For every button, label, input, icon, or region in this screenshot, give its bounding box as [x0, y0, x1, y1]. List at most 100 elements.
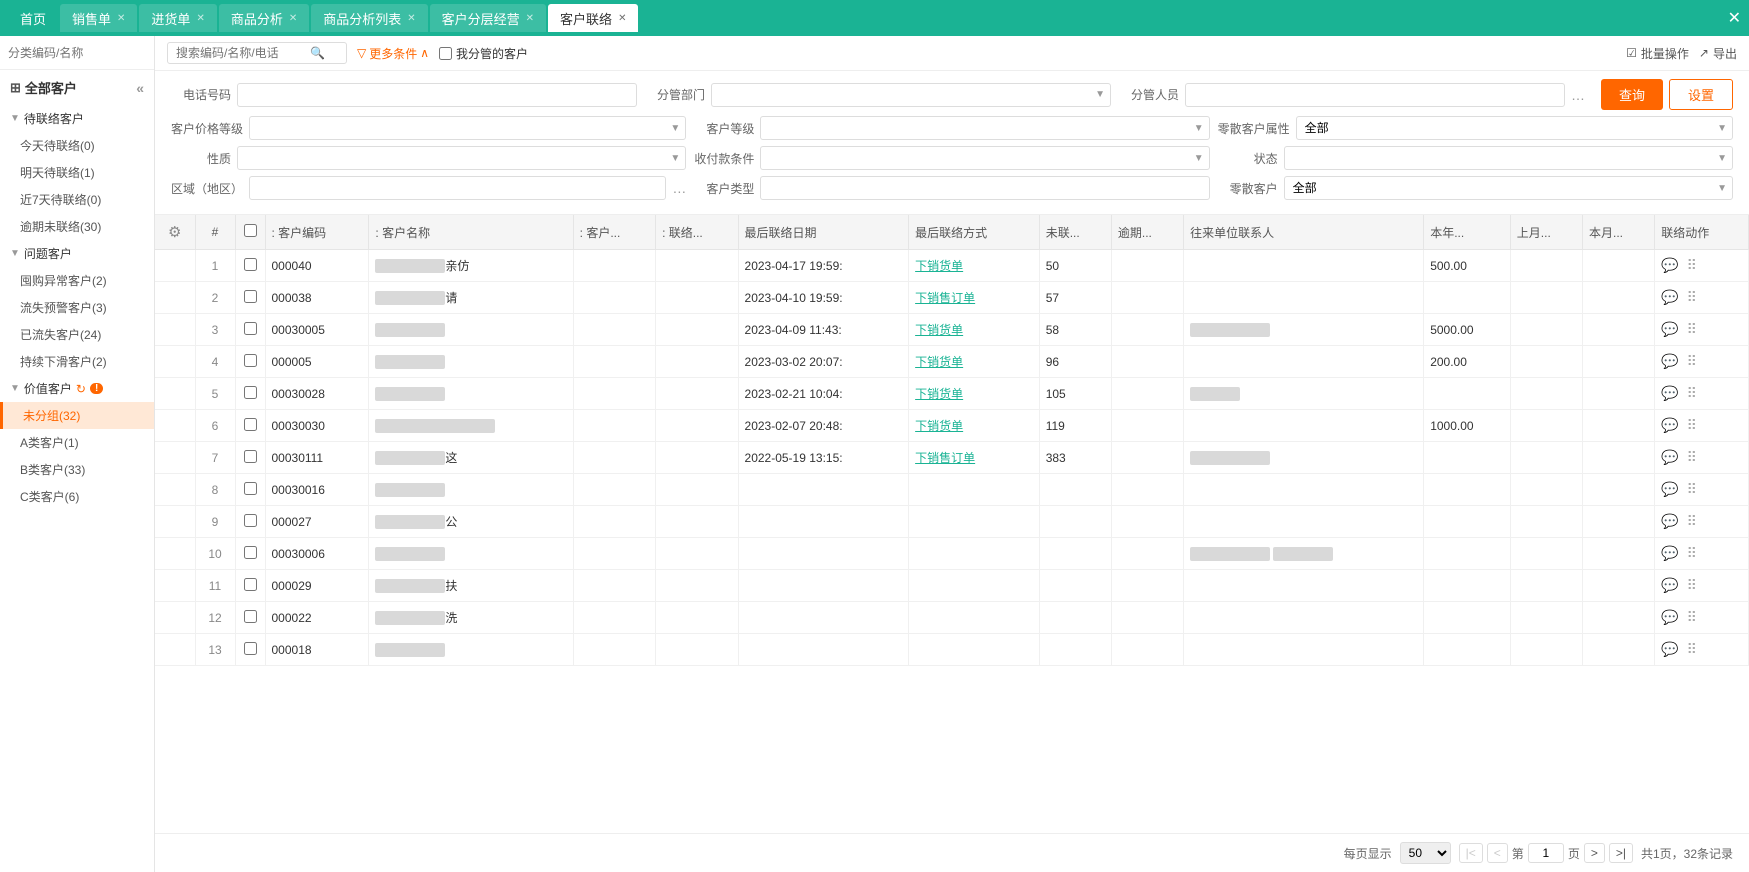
row-checkbox[interactable]: [244, 482, 257, 495]
more-action-icon[interactable]: ⠿: [1687, 289, 1697, 306]
chat-action-icon[interactable]: 💬: [1661, 577, 1678, 594]
batch-operation-button[interactable]: ☑ 批量操作: [1626, 45, 1689, 62]
tab-analysis[interactable]: 商品分析 ✕: [219, 4, 309, 32]
row-checkbox[interactable]: [244, 386, 257, 399]
sidebar-item-week-waiting[interactable]: 近7天待联络(0): [0, 186, 154, 213]
sidebar-section-problem[interactable]: ▼ 问题客户: [0, 240, 154, 267]
more-action-icon[interactable]: ⠿: [1687, 577, 1697, 594]
chat-action-icon[interactable]: 💬: [1661, 417, 1678, 434]
more-action-icon[interactable]: ⠿: [1687, 513, 1697, 530]
chat-action-icon[interactable]: 💬: [1661, 481, 1678, 498]
chat-action-icon[interactable]: 💬: [1661, 641, 1678, 658]
sidebar-item-ungrouped[interactable]: 未分组(32): [0, 402, 154, 429]
value-refresh-icon[interactable]: ↻: [76, 382, 86, 396]
last-method-link[interactable]: 下销售订单: [915, 451, 975, 465]
sidebar-collapse-icon[interactable]: «: [136, 80, 144, 96]
last-method-link[interactable]: 下销售订单: [915, 291, 975, 305]
close-customer-contact-tab-icon[interactable]: ✕: [618, 13, 626, 24]
sidebar-item-tomorrow-waiting[interactable]: 明天待联络(1): [0, 159, 154, 186]
region-more-icon[interactable]: …: [672, 180, 686, 196]
sidebar-item-abnormal[interactable]: 囤购异常客户(2): [0, 267, 154, 294]
chat-action-icon[interactable]: 💬: [1661, 609, 1678, 626]
first-page-button[interactable]: |<: [1459, 843, 1483, 863]
tab-home[interactable]: 首页: [8, 4, 58, 32]
sidebar-item-class-b[interactable]: B类客户(33): [0, 456, 154, 483]
chat-action-icon[interactable]: 💬: [1661, 545, 1678, 562]
tab-customer-contact[interactable]: 客户联络 ✕: [548, 4, 638, 32]
more-action-icon[interactable]: ⠿: [1687, 641, 1697, 658]
close-purchase-tab-icon[interactable]: ✕: [196, 13, 204, 24]
price-level-select[interactable]: [249, 116, 686, 140]
row-checkbox[interactable]: [244, 290, 257, 303]
last-method-link[interactable]: 下销货单: [915, 259, 963, 273]
sidebar-item-churned[interactable]: 已流失客户(24): [0, 321, 154, 348]
more-action-icon[interactable]: ⠿: [1687, 449, 1697, 466]
chat-action-icon[interactable]: 💬: [1661, 449, 1678, 466]
sidebar-item-today-waiting[interactable]: 今天待联络(0): [0, 132, 154, 159]
chat-action-icon[interactable]: 💬: [1661, 353, 1678, 370]
more-action-icon[interactable]: ⠿: [1687, 257, 1697, 274]
last-method-link[interactable]: 下销货单: [915, 419, 963, 433]
close-sales-tab-icon[interactable]: ✕: [117, 13, 125, 24]
page-input[interactable]: [1528, 843, 1564, 863]
sidebar-section-value[interactable]: ▼ 价值客户 ↻ !: [0, 375, 154, 402]
row-checkbox[interactable]: [244, 258, 257, 271]
sidebar-section-waiting[interactable]: ▼ 待联络客户: [0, 105, 154, 132]
tab-customer-tier[interactable]: 客户分层经营 ✕: [430, 4, 546, 32]
row-checkbox[interactable]: [244, 546, 257, 559]
more-action-icon[interactable]: ⠿: [1687, 353, 1697, 370]
row-checkbox[interactable]: [244, 354, 257, 367]
search-input[interactable]: [176, 46, 306, 60]
close-customer-tier-tab-icon[interactable]: ✕: [526, 13, 534, 24]
chat-action-icon[interactable]: 💬: [1661, 289, 1678, 306]
phone-input[interactable]: [237, 83, 637, 107]
per-page-select[interactable]: 50 100 200: [1400, 842, 1451, 864]
query-button[interactable]: 查询: [1601, 79, 1663, 110]
status-select[interactable]: [1284, 146, 1733, 170]
row-checkbox[interactable]: [244, 322, 257, 335]
nature-select[interactable]: [237, 146, 686, 170]
scatter-attr-select[interactable]: 全部: [1296, 116, 1733, 140]
sidebar-item-overdue-waiting[interactable]: 逾期未联络(30): [0, 213, 154, 240]
close-analysis-list-tab-icon[interactable]: ✕: [407, 13, 415, 24]
last-page-button[interactable]: >|: [1609, 843, 1633, 863]
manager-more-icon[interactable]: …: [1571, 87, 1585, 103]
scatter-customer-select[interactable]: 全部: [1284, 176, 1733, 200]
export-button[interactable]: ↗ 导出: [1699, 45, 1737, 62]
last-method-link[interactable]: 下销货单: [915, 323, 963, 337]
more-action-icon[interactable]: ⠿: [1687, 609, 1697, 626]
more-action-icon[interactable]: ⠿: [1687, 545, 1697, 562]
manager-input[interactable]: [1185, 83, 1565, 107]
tab-purchase[interactable]: 进货单 ✕: [139, 4, 216, 32]
payment-select[interactable]: [760, 146, 1209, 170]
row-checkbox[interactable]: [244, 578, 257, 591]
window-close-button[interactable]: ✕: [1728, 8, 1741, 28]
sidebar-search-input[interactable]: [8, 46, 155, 60]
row-checkbox[interactable]: [244, 450, 257, 463]
chat-action-icon[interactable]: 💬: [1661, 257, 1678, 274]
sidebar-item-class-c[interactable]: C类客户(6): [0, 483, 154, 510]
last-method-link[interactable]: 下销货单: [915, 387, 963, 401]
row-checkbox[interactable]: [244, 514, 257, 527]
reset-button[interactable]: 设置: [1669, 79, 1733, 110]
customer-level-select[interactable]: [760, 116, 1209, 140]
more-action-icon[interactable]: ⠿: [1687, 321, 1697, 338]
chat-action-icon[interactable]: 💬: [1661, 513, 1678, 530]
sidebar-item-declining[interactable]: 持续下滑客户(2): [0, 348, 154, 375]
close-analysis-tab-icon[interactable]: ✕: [289, 13, 297, 24]
row-checkbox[interactable]: [244, 610, 257, 623]
more-action-icon[interactable]: ⠿: [1687, 385, 1697, 402]
chat-action-icon[interactable]: 💬: [1661, 385, 1678, 402]
more-action-icon[interactable]: ⠿: [1687, 417, 1697, 434]
customer-type-input[interactable]: [760, 176, 1209, 200]
next-page-button[interactable]: >: [1584, 843, 1605, 863]
sidebar-item-class-a[interactable]: A类客户(1): [0, 429, 154, 456]
row-checkbox[interactable]: [244, 642, 257, 655]
my-customers-checkbox[interactable]: [439, 47, 452, 60]
more-action-icon[interactable]: ⠿: [1687, 481, 1697, 498]
more-conditions-button[interactable]: ▽ 更多条件 ∧: [357, 45, 429, 62]
prev-page-button[interactable]: <: [1487, 843, 1508, 863]
sidebar-item-churn-warning[interactable]: 流失预警客户(3): [0, 294, 154, 321]
dept-select[interactable]: [711, 83, 1111, 107]
tab-analysis-list[interactable]: 商品分析列表 ✕: [311, 4, 427, 32]
